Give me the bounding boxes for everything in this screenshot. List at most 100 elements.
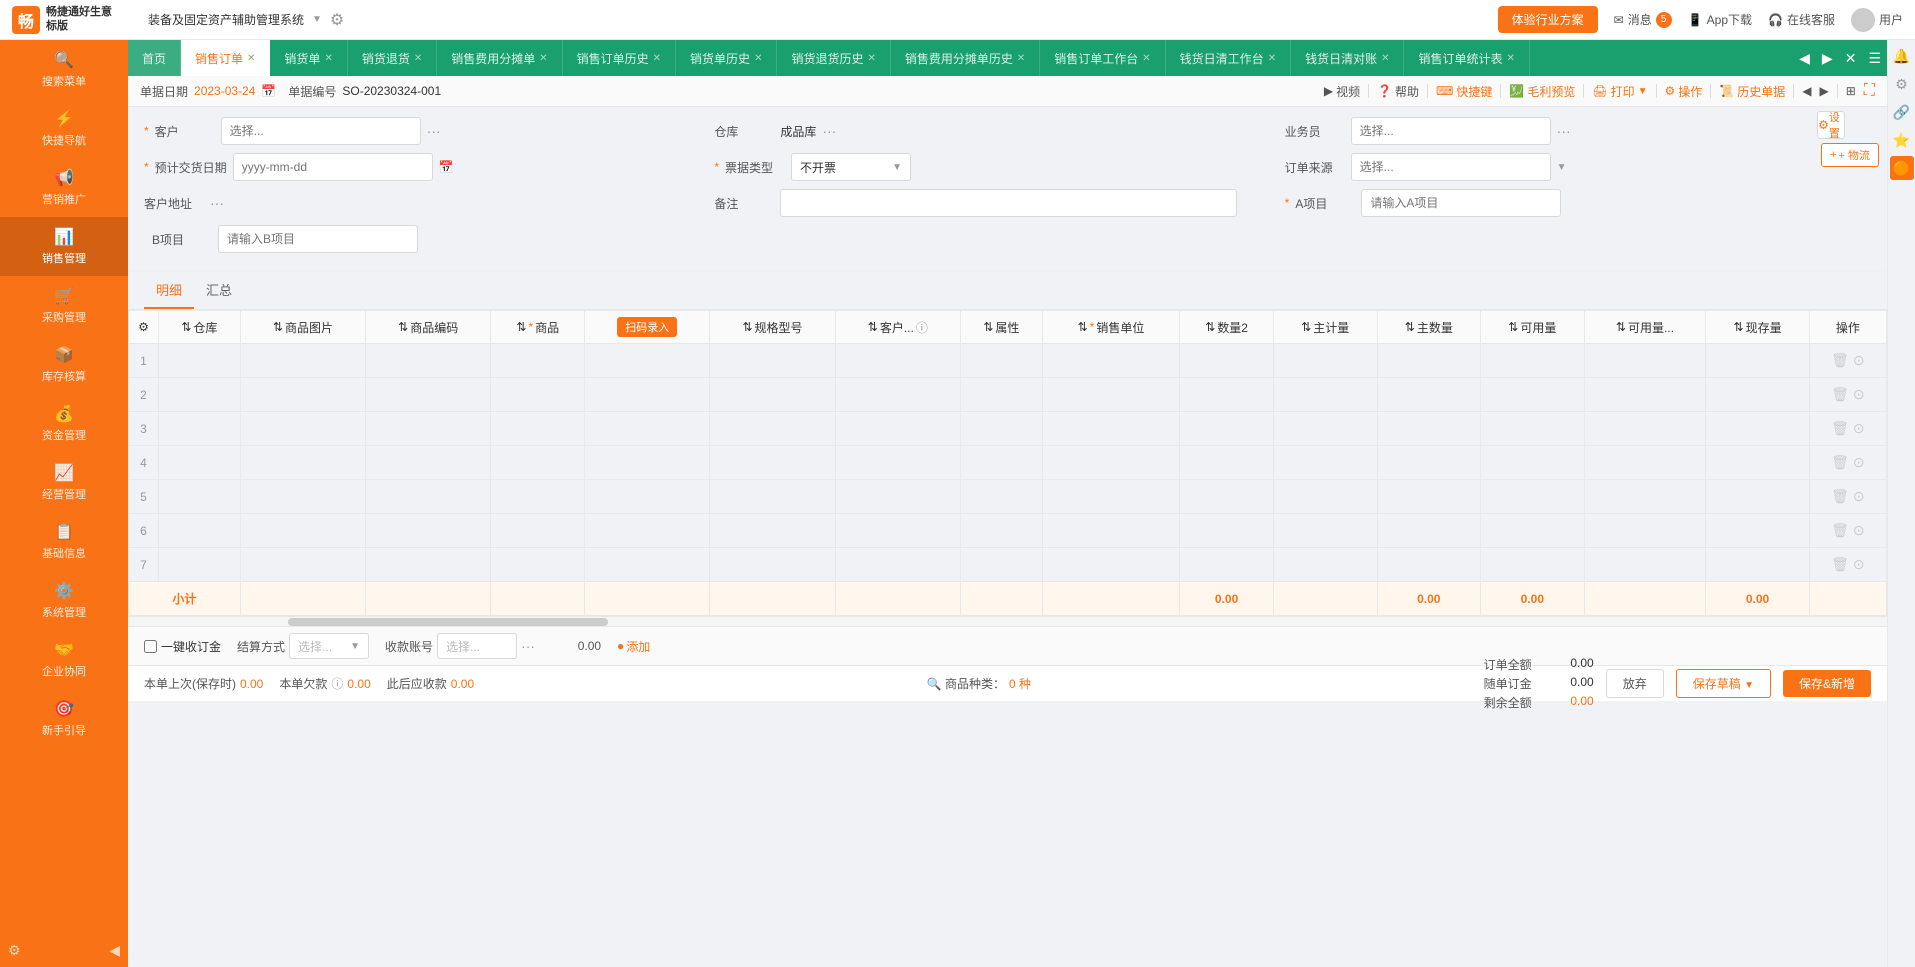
tab-close-1[interactable]: ✕ bbox=[247, 53, 255, 64]
scroll-bar[interactable] bbox=[128, 616, 1887, 626]
app-download-btn[interactable]: 📱 App下载 bbox=[1688, 11, 1752, 28]
cell-4-13[interactable] bbox=[1584, 446, 1706, 480]
address-more-icon[interactable]: ··· bbox=[210, 195, 224, 211]
th-unit[interactable]: ⇅*销售单位 bbox=[1042, 311, 1179, 344]
cell-5-6[interactable] bbox=[835, 480, 960, 514]
cell-2-0[interactable] bbox=[159, 378, 241, 412]
cell-5-9[interactable] bbox=[1180, 480, 1274, 514]
cell-6-5[interactable] bbox=[710, 514, 835, 548]
cell-2-2[interactable] bbox=[366, 378, 491, 412]
cell-4-5[interactable] bbox=[710, 446, 835, 480]
th-qty2[interactable]: ⇅数量2 bbox=[1180, 311, 1274, 344]
cell-3-4[interactable] bbox=[585, 412, 710, 446]
right-panel-icon-3[interactable]: 🔗 bbox=[1890, 100, 1914, 124]
cell-5-2[interactable] bbox=[366, 480, 491, 514]
delete-icon-5[interactable]: 🗑 bbox=[1831, 488, 1849, 505]
cell-1-6[interactable] bbox=[835, 344, 960, 378]
settings-icon[interactable]: ⚙ bbox=[8, 942, 21, 959]
order-source-input[interactable] bbox=[1351, 153, 1551, 181]
delivery-calendar-icon[interactable]: 📅 bbox=[439, 160, 454, 174]
cell-4-7[interactable] bbox=[961, 446, 1043, 480]
tab-9[interactable]: 销售订单工作台✕ bbox=[1040, 40, 1165, 76]
cell-6-7[interactable] bbox=[961, 514, 1043, 548]
delete-icon-3[interactable]: 🗑 bbox=[1831, 420, 1849, 437]
sidebar-item-4[interactable]: 🛒采购管理 bbox=[0, 276, 128, 335]
delete-icon-7[interactable]: 🗑 bbox=[1831, 556, 1849, 573]
nav-prev-icon[interactable]: ◀ bbox=[1802, 84, 1811, 98]
copy-icon-6[interactable]: ⊙ bbox=[1853, 522, 1865, 539]
cell-6-4[interactable] bbox=[585, 514, 710, 548]
customer-input[interactable] bbox=[221, 117, 421, 145]
tab-close-10[interactable]: ✕ bbox=[1268, 53, 1276, 64]
cell-2-8[interactable] bbox=[1042, 378, 1179, 412]
cell-3-0[interactable] bbox=[159, 412, 241, 446]
cell-1-3[interactable] bbox=[491, 344, 585, 378]
operations-btn[interactable]: ⚙ 操作 bbox=[1665, 83, 1703, 100]
cell-5-10[interactable] bbox=[1274, 480, 1378, 514]
save-new-btn[interactable]: 保存&新增 bbox=[1783, 670, 1871, 697]
collapse-icon[interactable]: ◀ bbox=[109, 942, 120, 959]
th-attr[interactable]: ⇅属性 bbox=[961, 311, 1043, 344]
cell-4-9[interactable] bbox=[1180, 446, 1274, 480]
date-value[interactable]: 2023-03-24 bbox=[194, 84, 255, 98]
cell-2-12[interactable] bbox=[1481, 378, 1585, 412]
cell-6-6[interactable] bbox=[835, 514, 960, 548]
tab-close-all-btn[interactable]: ✕ bbox=[1839, 50, 1863, 67]
cell-3-13[interactable] bbox=[1584, 412, 1706, 446]
th-spec[interactable]: ⇅规格型号 bbox=[710, 311, 835, 344]
cell-6-12[interactable] bbox=[1481, 514, 1585, 548]
online-service-btn[interactable]: 🎧 在线客服 bbox=[1768, 11, 1835, 28]
tab-detail[interactable]: 明细 bbox=[144, 272, 194, 309]
tab-menu-btn[interactable]: ☰ bbox=[1862, 50, 1887, 67]
cell-5-1[interactable] bbox=[240, 480, 365, 514]
sidebar-item-1[interactable]: ⚡快捷导航 bbox=[0, 99, 128, 158]
sidebar-item-9[interactable]: ⚙️系统管理 bbox=[0, 571, 128, 630]
one-click-checkbox[interactable] bbox=[144, 640, 157, 653]
cell-4-3[interactable] bbox=[491, 446, 585, 480]
delete-icon-6[interactable]: 🗑 bbox=[1831, 522, 1849, 539]
cell-3-3[interactable] bbox=[491, 412, 585, 446]
right-panel-icon-4[interactable]: ⭐ bbox=[1890, 128, 1914, 152]
messages-btn[interactable]: ✉ 消息 5 bbox=[1614, 11, 1672, 28]
cell-2-7[interactable] bbox=[961, 378, 1043, 412]
cell-5-11[interactable] bbox=[1377, 480, 1481, 514]
cell-3-1[interactable] bbox=[240, 412, 365, 446]
cell-7-12[interactable] bbox=[1481, 548, 1585, 582]
discard-btn[interactable]: 放弃 bbox=[1606, 669, 1664, 698]
cell-2-14[interactable] bbox=[1706, 378, 1810, 412]
add-row-btn[interactable]: ● 添加 bbox=[617, 638, 650, 655]
cell-3-8[interactable] bbox=[1042, 412, 1179, 446]
th-product-img[interactable]: ⇅商品图片 bbox=[240, 311, 365, 344]
cell-7-8[interactable] bbox=[1042, 548, 1179, 582]
tab-5[interactable]: 销售订单历史✕ bbox=[563, 40, 676, 76]
cell-2-5[interactable] bbox=[710, 378, 835, 412]
cell-2-1[interactable] bbox=[240, 378, 365, 412]
cell-5-14[interactable] bbox=[1706, 480, 1810, 514]
cell-3-14[interactable] bbox=[1706, 412, 1810, 446]
th-available2[interactable]: ⇅可用量... bbox=[1584, 311, 1706, 344]
account-more-icon[interactable]: ··· bbox=[521, 638, 535, 654]
th-main-qty[interactable]: ⇅主数量 bbox=[1377, 311, 1481, 344]
payment-method-select[interactable]: 选择... ▼ bbox=[289, 633, 369, 659]
cell-7-0[interactable] bbox=[159, 548, 241, 582]
sidebar-item-5[interactable]: 📦库存核算 bbox=[0, 335, 128, 394]
cell-7-10[interactable] bbox=[1274, 548, 1378, 582]
cell-4-4[interactable] bbox=[585, 446, 710, 480]
right-panel-icon-5[interactable]: 🟠 bbox=[1890, 156, 1914, 180]
cell-1-2[interactable] bbox=[366, 344, 491, 378]
cell-7-5[interactable] bbox=[710, 548, 835, 582]
history-btn[interactable]: 📜 历史单据 bbox=[1719, 83, 1785, 100]
cell-1-13[interactable] bbox=[1584, 344, 1706, 378]
nav-next-icon[interactable]: ▶ bbox=[1820, 84, 1829, 98]
cell-6-2[interactable] bbox=[366, 514, 491, 548]
help-btn[interactable]: ❓ 帮助 bbox=[1377, 83, 1419, 100]
cell-2-6[interactable] bbox=[835, 378, 960, 412]
cell-4-2[interactable] bbox=[366, 446, 491, 480]
tab-close-2[interactable]: ✕ bbox=[324, 53, 332, 64]
cell-6-10[interactable] bbox=[1274, 514, 1378, 548]
tab-close-9[interactable]: ✕ bbox=[1142, 53, 1150, 64]
cell-3-7[interactable] bbox=[961, 412, 1043, 446]
th-main-unit[interactable]: ⇅主计量 bbox=[1274, 311, 1378, 344]
cell-5-4[interactable] bbox=[585, 480, 710, 514]
cell-6-0[interactable] bbox=[159, 514, 241, 548]
